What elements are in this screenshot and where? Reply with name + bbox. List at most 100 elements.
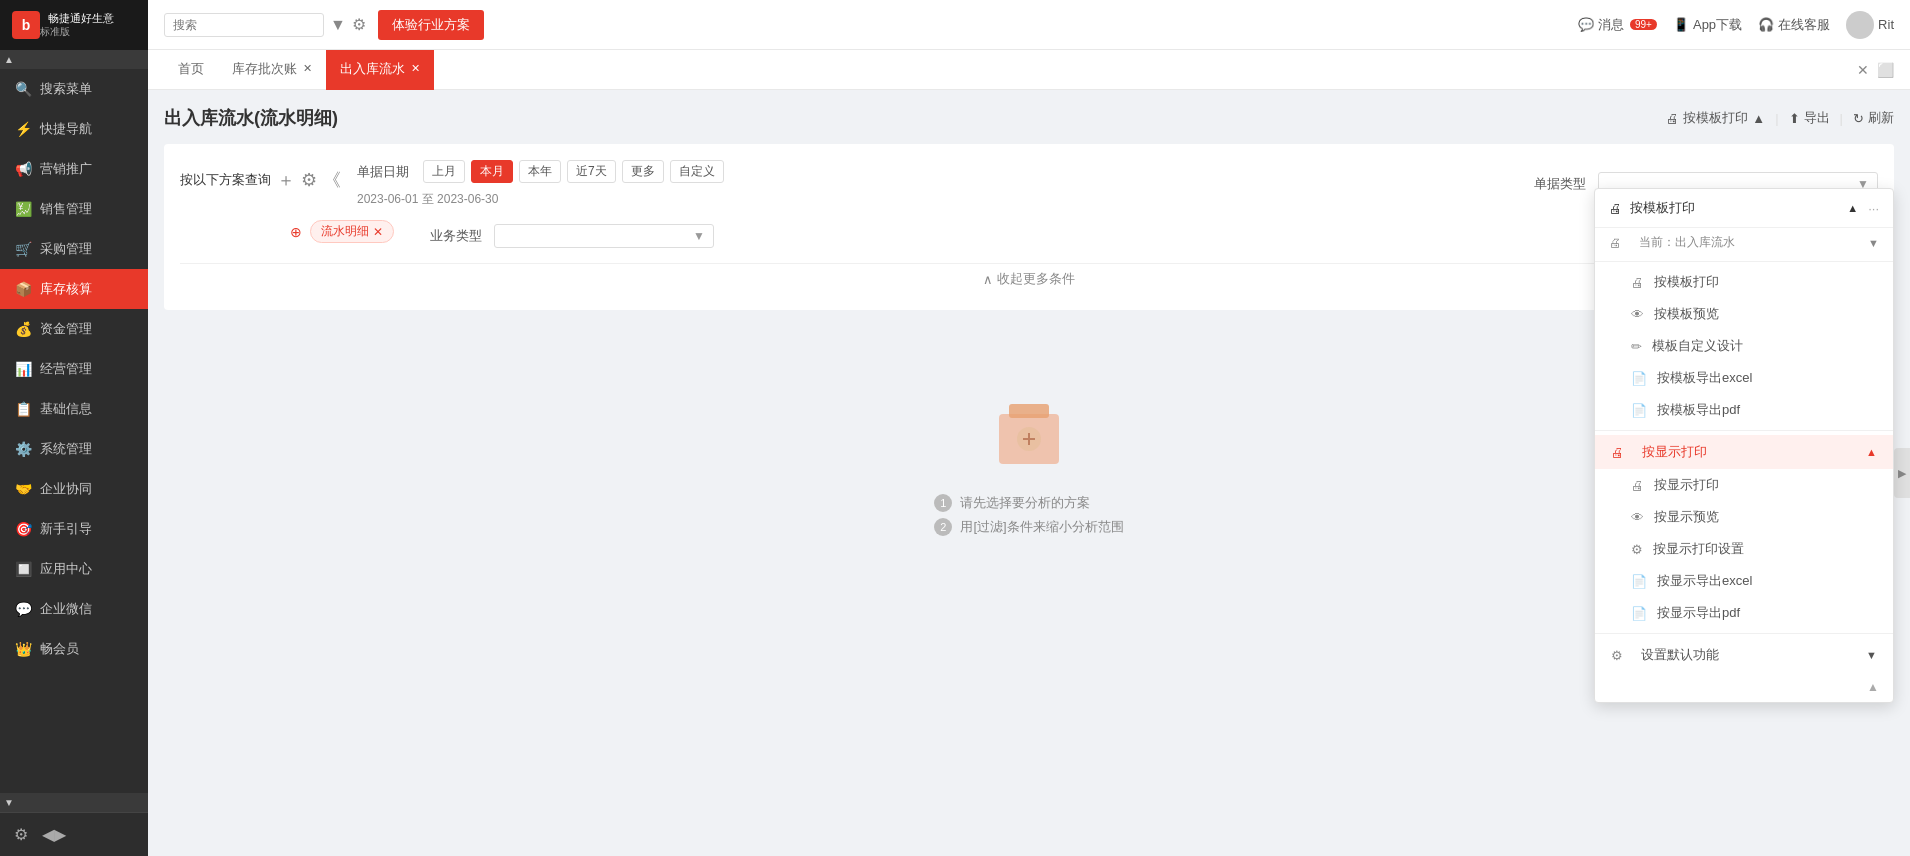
sidebar-scroll-up[interactable]: ▲ <box>0 50 148 69</box>
export-icon: ⬆ <box>1789 111 1800 126</box>
topbar-search-area: ▼ ⚙ <box>164 13 366 37</box>
message-button[interactable]: 💬 消息 99+ <box>1578 16 1657 34</box>
date-custom[interactable]: 自定义 <box>670 160 724 183</box>
dropdown-scroll-area: ▲ <box>1595 672 1893 702</box>
maximize-icon[interactable]: ⬜ <box>1877 62 1894 78</box>
sidebar-item-operation[interactable]: 📊 经营管理 <box>0 349 148 389</box>
tab-maximize-area: ✕ ⬜ <box>1857 62 1894 78</box>
sidebar-item-marketing[interactable]: 📢 营销推广 <box>0 149 148 189</box>
biz-chevron-icon: ▼ <box>693 229 705 243</box>
chevron-up-icon: ∧ <box>983 272 993 287</box>
tag-filter-area: ⊕ 流水明细 ✕ <box>290 220 394 243</box>
online-service-button[interactable]: 🎧 在线客服 <box>1758 16 1830 34</box>
settings-bottom-icon[interactable]: ⚙ <box>14 825 28 844</box>
list-icon: 📋 <box>14 400 32 418</box>
date-last-month[interactable]: 上月 <box>423 160 465 183</box>
dropdown-template-custom[interactable]: ✏ 模板自定义设计 <box>1595 330 1893 362</box>
right-panel-toggle[interactable]: ▶ <box>1894 448 1910 498</box>
sidebar-item-enterprise[interactable]: 🤝 企业协同 <box>0 469 148 509</box>
date-more[interactable]: 更多 <box>622 160 664 183</box>
sidebar-item-basic[interactable]: 📋 基础信息 <box>0 389 148 429</box>
analytics-icon: 📊 <box>14 360 32 378</box>
topbar-right: 💬 消息 99+ 📱 App下载 🎧 在线客服 Rit <box>1578 11 1894 39</box>
tab-flow[interactable]: 出入库流水 ✕ <box>326 50 434 90</box>
sidebar-logo: b 畅捷通好生意 标准版 <box>0 0 148 50</box>
app-download-button[interactable]: 📱 App下载 <box>1673 16 1742 34</box>
filter-tag[interactable]: 流水明细 ✕ <box>310 220 394 243</box>
sidebar-item-guide[interactable]: 🎯 新手引导 <box>0 509 148 549</box>
sidebar-nav: 🔍 搜索菜单 ⚡ 快捷导航 📢 营销推广 💹 销售管理 🛒 采购管理 📦 <box>0 69 148 793</box>
dropdown-template-preview[interactable]: 👁 按模板预览 <box>1595 298 1893 330</box>
export-button[interactable]: ⬆ 导出 <box>1789 109 1830 127</box>
tab-batch-ledger[interactable]: 库存批次账 ✕ <box>218 50 326 90</box>
date-filter-field: 单据日期 上月 本月 本年 近7天 更多 自定义 2023-06-01 至 20… <box>357 160 724 208</box>
sidebar-item-purchase[interactable]: 🛒 采购管理 <box>0 229 148 269</box>
sidebar-item-search[interactable]: 🔍 搜索菜单 <box>0 69 148 109</box>
tab-home[interactable]: 首页 <box>164 50 218 90</box>
industry-solution-button[interactable]: 体验行业方案 <box>378 10 484 40</box>
collapse-filter-button[interactable]: 《 <box>323 168 341 192</box>
money-icon: 💰 <box>14 320 32 338</box>
biz-type-label: 业务类型 <box>430 227 482 245</box>
dropdown-template-excel[interactable]: 📄 按模板导出excel <box>1595 362 1893 394</box>
display-excel-icon: 📄 <box>1631 574 1647 589</box>
dropdown-template-pdf[interactable]: 📄 按模板导出pdf <box>1595 394 1893 426</box>
restore-icon[interactable]: ✕ <box>1857 62 1869 78</box>
sidebar-item-wechat[interactable]: 💬 企业微信 <box>0 589 148 629</box>
dropdown-chevron-up[interactable]: ▲ <box>1847 202 1858 214</box>
dropdown-display-settings[interactable]: ⚙ 按显示打印设置 <box>1595 533 1893 565</box>
chart-icon: 💹 <box>14 200 32 218</box>
sidebar-item-finance[interactable]: 💰 资金管理 <box>0 309 148 349</box>
dropdown-current[interactable]: 🖨 当前：出入库流水 ▼ <box>1595 228 1893 257</box>
print-template-button[interactable]: 🖨 按模板打印 ▲ <box>1666 109 1765 127</box>
refresh-button[interactable]: ↻ 刷新 <box>1853 109 1894 127</box>
sidebar-item-member[interactable]: 👑 畅会员 <box>0 629 148 669</box>
sidebar-item-sales[interactable]: 💹 销售管理 <box>0 189 148 229</box>
dropdown-scroll-up[interactable]: ▲ <box>1861 674 1885 700</box>
hint-item-1: 1 请先选择要分析的方案 <box>934 494 1123 512</box>
biz-type-select[interactable]: ▼ <box>494 224 714 248</box>
filter-label: 按以下方案查询 <box>180 171 271 189</box>
sidebar-item-quick-nav[interactable]: ⚡ 快捷导航 <box>0 109 148 149</box>
refresh-icon: ↻ <box>1853 111 1864 126</box>
main-content: ▼ ⚙ 体验行业方案 💬 消息 99+ 📱 App下载 🎧 在线客服 <box>148 0 1910 856</box>
search-dropdown-icon[interactable]: ▼ <box>330 16 346 34</box>
date-last-7days[interactable]: 近7天 <box>567 160 616 183</box>
collapse-icon[interactable]: ◀▶ <box>42 825 66 844</box>
search-input[interactable] <box>164 13 324 37</box>
default-settings-chevron[interactable]: ▼ <box>1866 649 1877 661</box>
dropdown-default-settings[interactable]: ⚙ 设置默认功能 ▼ <box>1595 638 1893 672</box>
dropdown-display-pdf[interactable]: 📄 按显示导出pdf <box>1595 597 1893 629</box>
tab-batch-ledger-close[interactable]: ✕ <box>303 62 312 75</box>
tag-close-icon[interactable]: ✕ <box>373 225 383 239</box>
divider2: | <box>1840 111 1843 126</box>
display-print-section-icon: 🖨 <box>1611 445 1624 460</box>
sidebar-item-apps[interactable]: 🔲 应用中心 <box>0 549 148 589</box>
date-this-month[interactable]: 本月 <box>471 160 513 183</box>
sidebar-item-inventory[interactable]: 📦 库存核算 <box>0 269 148 309</box>
box-icon: 📦 <box>14 280 32 298</box>
add-filter-button[interactable]: ＋ <box>277 168 295 192</box>
page-content: 出入库流水(流水明细) 🖨 按模板打印 ▲ | ⬆ 导出 | ↻ <box>148 90 1910 856</box>
template-excel-icon: 📄 <box>1631 371 1647 386</box>
date-this-year[interactable]: 本年 <box>519 160 561 183</box>
dropdown-display-excel[interactable]: 📄 按显示导出excel <box>1595 565 1893 597</box>
search-settings-icon[interactable]: ⚙ <box>352 15 366 34</box>
dropdown-template-print[interactable]: 🖨 按模板打印 <box>1595 266 1893 298</box>
filter-settings-button[interactable]: ⚙ <box>301 169 317 191</box>
dropdown-display-preview[interactable]: 👁 按显示预览 <box>1595 501 1893 533</box>
tab-flow-close[interactable]: ✕ <box>411 62 420 75</box>
dropdown-display-section-header[interactable]: 🖨 按显示打印 ▲ <box>1595 435 1893 469</box>
display-section-chevron[interactable]: ▲ <box>1866 446 1877 458</box>
username-label: Rit <box>1878 17 1894 32</box>
sidebar-bottom: ⚙ ◀▶ <box>0 812 148 856</box>
dropdown-print-icon: 🖨 <box>1609 201 1622 216</box>
print-dropdown-panel: 🖨 按模板打印 ▲ ··· 🖨 当前：出入库流水 ▼ 🖨 按模板打印 <box>1594 188 1894 703</box>
sidebar-scroll-down[interactable]: ▼ <box>0 793 148 812</box>
dropdown-display-print[interactable]: 🖨 按显示打印 <box>1595 469 1893 501</box>
sidebar-item-system[interactable]: ⚙️ 系统管理 <box>0 429 148 469</box>
user-avatar-area[interactable]: Rit <box>1846 11 1894 39</box>
chevron-up-icon: ▲ <box>1752 111 1765 126</box>
current-chevron[interactable]: ▼ <box>1868 237 1879 249</box>
dropdown-more-icon[interactable]: ··· <box>1868 201 1879 216</box>
